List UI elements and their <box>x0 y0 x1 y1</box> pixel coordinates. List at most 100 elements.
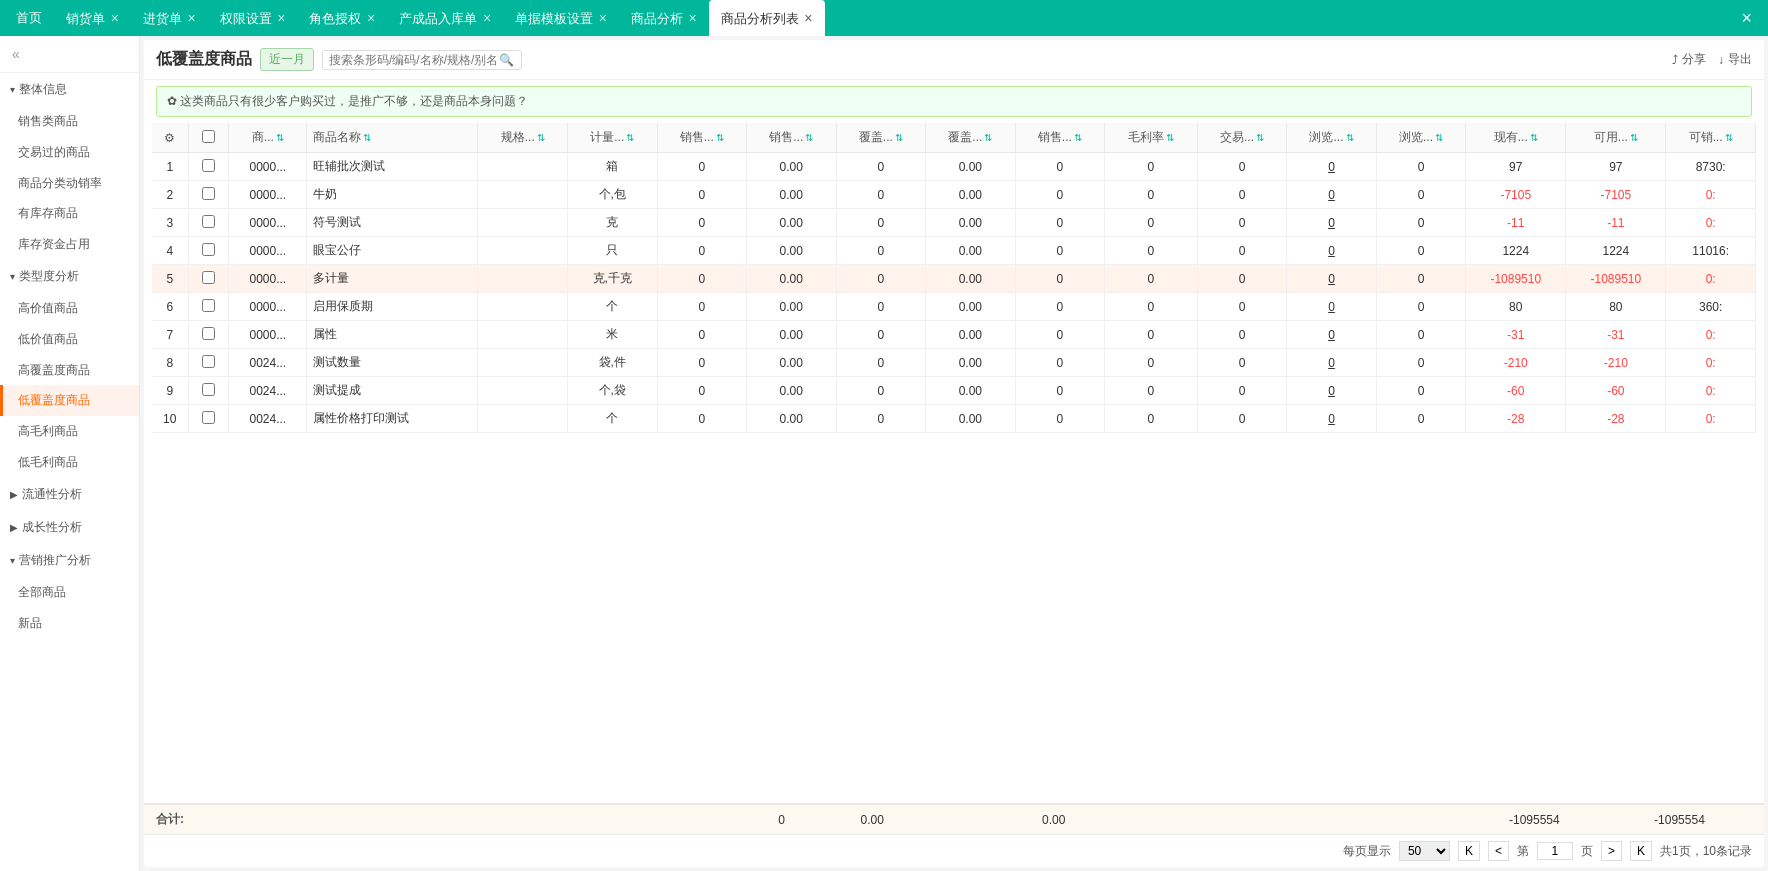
sidebar-section-liquidity[interactable]: ▶ 流通性分析 <box>0 478 139 511</box>
col-margin-rate[interactable]: 毛利率⇅ <box>1105 123 1198 153</box>
page-size-select[interactable]: 50 20 100 <box>1399 841 1450 861</box>
sidebar-section-growth[interactable]: ▶ 成长性分析 <box>0 511 139 544</box>
col-coverage2[interactable]: 覆盖...⇅ <box>926 123 1016 153</box>
row-checkbox[interactable] <box>188 181 229 209</box>
col-name[interactable]: 商品名称⇅ <box>307 123 478 153</box>
row-browse1[interactable]: 0 <box>1287 349 1377 377</box>
page-number-input[interactable] <box>1537 842 1573 860</box>
row-checkbox[interactable] <box>188 321 229 349</box>
nav-close-icon[interactable]: × <box>277 10 285 26</box>
next-page-button[interactable]: > <box>1601 841 1622 861</box>
period-button[interactable]: 近一月 <box>260 48 314 71</box>
page-suffix: 页 <box>1581 843 1593 860</box>
row-browse2: 0 <box>1376 349 1466 377</box>
sidebar-item-in-stock[interactable]: 有库存商品 <box>0 198 139 229</box>
col-available[interactable]: 可用...⇅ <box>1566 123 1666 153</box>
sidebar-section-overview[interactable]: ▾ 整体信息 <box>0 73 139 106</box>
last-page-button[interactable]: K <box>1630 841 1652 861</box>
row-browse1[interactable]: 0 <box>1287 377 1377 405</box>
export-button[interactable]: ↓ 导出 <box>1718 51 1752 68</box>
table-row: 5 0000... 多计量 克,千克 0 0.00 0 0.00 0 0 0 0… <box>152 265 1756 293</box>
prev-page-button[interactable]: < <box>1488 841 1509 861</box>
col-sales-amt[interactable]: 销售...⇅ <box>747 123 837 153</box>
row-browse1[interactable]: 0 <box>1287 265 1377 293</box>
col-browse2[interactable]: 浏览...⇅ <box>1376 123 1466 153</box>
nav-home[interactable]: 首页 <box>4 0 54 36</box>
col-unit[interactable]: 计量...⇅ <box>568 123 658 153</box>
first-page-button[interactable]: K <box>1458 841 1480 861</box>
sidebar-item-high-value[interactable]: 高价值商品 <box>0 293 139 324</box>
col-coverage1[interactable]: 覆盖...⇅ <box>836 123 926 153</box>
sidebar-collapse-button[interactable]: « <box>8 42 24 66</box>
nav-roles[interactable]: 角色授权 × <box>297 0 387 36</box>
sidebar-item-high-coverage[interactable]: 高覆盖度商品 <box>0 355 139 386</box>
col-sales3[interactable]: 销售...⇅ <box>1015 123 1105 153</box>
col-checkbox[interactable] <box>188 123 229 153</box>
sidebar-item-sales[interactable]: 销售类商品 <box>0 106 139 137</box>
row-available: -1089510 <box>1566 265 1666 293</box>
nav-product-analysis[interactable]: 商品分析 × <box>619 0 709 36</box>
row-browse1[interactable]: 0 <box>1287 181 1377 209</box>
sidebar-item-all-products[interactable]: 全部商品 <box>0 577 139 608</box>
nav-close-icon[interactable]: × <box>483 10 491 26</box>
row-browse1[interactable]: 0 <box>1287 237 1377 265</box>
row-browse1[interactable]: 0 <box>1287 209 1377 237</box>
row-margin-rate: 0 <box>1105 405 1198 433</box>
sidebar-item-low-margin[interactable]: 低毛利商品 <box>0 447 139 478</box>
sidebar-section-type-analysis[interactable]: ▾ 类型度分析 <box>0 260 139 293</box>
row-checkbox[interactable] <box>188 237 229 265</box>
col-browse1[interactable]: 浏览...⇅ <box>1287 123 1377 153</box>
row-no: 5 <box>152 265 188 293</box>
col-current-stock[interactable]: 现有...⇅ <box>1466 123 1566 153</box>
search-icon[interactable]: 🔍 <box>499 53 514 67</box>
row-available: -28 <box>1566 405 1666 433</box>
row-browse1[interactable]: 0 <box>1287 153 1377 181</box>
sidebar-item-low-coverage[interactable]: 低覆盖度商品 <box>0 385 139 416</box>
row-checkbox[interactable] <box>188 153 229 181</box>
row-sales3: 0 <box>1015 181 1105 209</box>
row-sales-amt: 0.00 <box>747 153 837 181</box>
sidebar-item-low-value[interactable]: 低价值商品 <box>0 324 139 355</box>
row-browse1[interactable]: 0 <box>1287 293 1377 321</box>
row-checkbox[interactable] <box>188 349 229 377</box>
row-checkbox[interactable] <box>188 405 229 433</box>
row-checkbox[interactable] <box>188 209 229 237</box>
sidebar-item-capital[interactable]: 库存资金占用 <box>0 229 139 260</box>
row-checkbox[interactable] <box>188 377 229 405</box>
col-trade[interactable]: 交易...⇅ <box>1197 123 1287 153</box>
row-checkbox[interactable] <box>188 265 229 293</box>
share-button[interactable]: ⤴ 分享 <box>1672 51 1706 68</box>
nav-close-icon[interactable]: × <box>689 10 697 26</box>
col-id[interactable]: 商...⇅ <box>229 123 307 153</box>
nav-close-icon[interactable]: × <box>367 10 375 26</box>
row-browse1[interactable]: 0 <box>1287 405 1377 433</box>
sidebar-item-new-products[interactable]: 新品 <box>0 608 139 639</box>
nav-product-inbound[interactable]: 产成品入库单 × <box>387 0 503 36</box>
col-settings[interactable]: ⚙ <box>152 123 188 153</box>
select-all-checkbox[interactable] <box>202 130 215 143</box>
nav-close-icon[interactable]: × <box>599 10 607 26</box>
table-row: 1 0000... 旺辅批次测试 箱 0 0.00 0 0.00 0 0 0 0… <box>152 153 1756 181</box>
sidebar-item-category-rate[interactable]: 商品分类动销率 <box>0 168 139 199</box>
col-saleable[interactable]: 可销...⇅ <box>1666 123 1756 153</box>
row-browse1[interactable]: 0 <box>1287 321 1377 349</box>
nav-template-settings[interactable]: 单据模板设置 × <box>503 0 619 36</box>
nav-close-icon[interactable]: × <box>111 10 119 26</box>
sidebar-item-traded[interactable]: 交易过的商品 <box>0 137 139 168</box>
nav-sales-order[interactable]: 销货单 × <box>54 0 131 36</box>
search-input[interactable] <box>329 53 499 67</box>
nav-permissions[interactable]: 权限设置 × <box>208 0 298 36</box>
nav-close-icon[interactable]: × <box>804 10 812 26</box>
window-close-button[interactable]: × <box>1729 8 1764 29</box>
nav-purchase[interactable]: 进货单 × <box>131 0 208 36</box>
nav-close-icon[interactable]: × <box>187 10 195 26</box>
col-spec[interactable]: 规格...⇅ <box>478 123 568 153</box>
sidebar-section-marketing[interactable]: ▾ 营销推广分析 <box>0 544 139 577</box>
nav-product-analysis-list[interactable]: 商品分析列表 × <box>709 0 825 36</box>
row-checkbox[interactable] <box>188 293 229 321</box>
sidebar-item-high-margin[interactable]: 高毛利商品 <box>0 416 139 447</box>
footer-sales-qty: 0 <box>736 813 827 827</box>
footer-current-stock: -1095554 <box>1462 813 1607 827</box>
row-coverage2: 0.00 <box>926 293 1016 321</box>
col-sales-qty[interactable]: 销售...⇅ <box>657 123 747 153</box>
